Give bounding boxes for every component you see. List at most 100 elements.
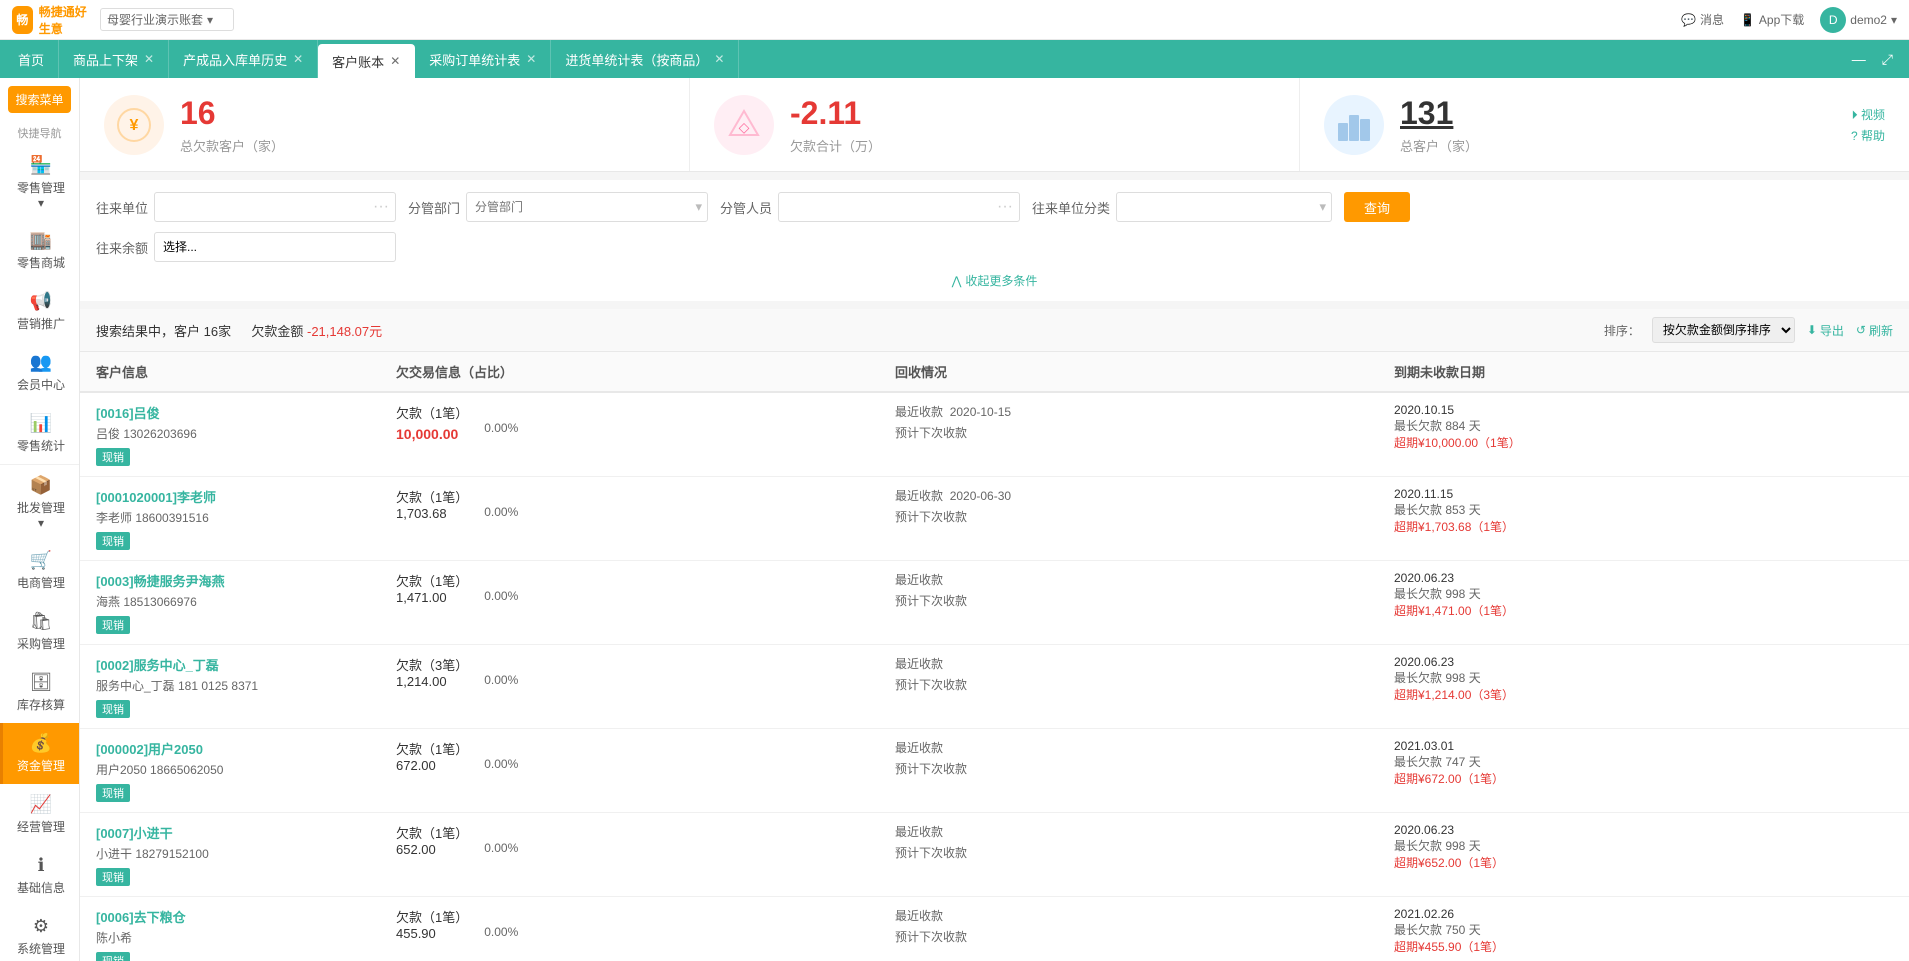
- message-btn[interactable]: 💬 消息: [1681, 11, 1724, 28]
- sidebar-item-retail-mgmt[interactable]: 🏪 零售管理 ▾: [0, 145, 79, 220]
- table-row: [0002]服务中心_丁磊 服务中心_丁磊 181 0125 8371 现销 欠…: [80, 645, 1909, 729]
- sort-select[interactable]: 按欠款金额倒序排序: [1652, 317, 1795, 343]
- table-header: 客户信息 欠交易信息（占比） 回收情况 到期未收款日期: [80, 352, 1909, 393]
- export-btn[interactable]: ⬇ 导出: [1807, 322, 1844, 339]
- tab-minimize-btn[interactable]: —: [1848, 49, 1870, 69]
- sidebar-item-system[interactable]: ⚙ 系统管理: [0, 906, 79, 961]
- total-debt-value: -2.11: [790, 94, 881, 132]
- overdue-info-6: 2021.02.26 最长欠款 750 天 超期¥455.90（1笔）: [1394, 907, 1893, 961]
- sidebar-item-basic-info[interactable]: ℹ 基础信息: [0, 845, 79, 906]
- customer-name-4[interactable]: [000002]用户2050: [96, 739, 396, 758]
- tab-customer-account[interactable]: 客户账本 ✕: [318, 44, 415, 78]
- unit-class-input[interactable]: [1116, 192, 1332, 222]
- sidebar-item-wholesale[interactable]: 📦 批发管理 ▾: [0, 465, 79, 540]
- customer-tag-4: 现销: [96, 784, 130, 802]
- customer-info-5: [0007]小进干 小进干 18279152100 现销: [96, 823, 396, 886]
- sidebar-item-purchase[interactable]: 🛍 采购管理: [0, 601, 79, 662]
- debt-amount-0[interactable]: 10,000.00: [396, 426, 468, 442]
- overdue-amount-5[interactable]: 超期¥652.00（1笔）: [1394, 854, 1893, 871]
- ecommerce-icon: 🛒: [30, 550, 52, 571]
- tab-close-purchase[interactable]: ✕: [526, 52, 536, 66]
- debt-amount-5[interactable]: 652.00: [396, 842, 468, 857]
- debt-cell-3: 欠款（3笔） 1,214.00 0.00%: [396, 655, 895, 718]
- tab-production[interactable]: 产成品入库单历史 ✕: [169, 40, 318, 78]
- debt-amount-2[interactable]: 1,471.00: [396, 590, 468, 605]
- stat-icon-total-debt: ◇: [714, 95, 774, 155]
- sort-label: 排序：: [1604, 322, 1640, 339]
- tab-close-customer[interactable]: ✕: [390, 54, 400, 68]
- customer-tag-2: 现销: [96, 616, 130, 634]
- collapse-btn[interactable]: ⋀ 收起更多条件: [952, 272, 1038, 289]
- customer-contact-1: 李老师 18600391516: [96, 509, 396, 526]
- customer-tag-5: 现销: [96, 868, 130, 886]
- sidebar-item-member[interactable]: 👥 会员中心: [0, 342, 79, 403]
- customer-tag-1: 现销: [96, 532, 130, 550]
- tab-close-goods[interactable]: ✕: [144, 52, 154, 66]
- debt-amount-3[interactable]: 1,214.00: [396, 674, 468, 689]
- sidebar-item-retail-mall[interactable]: 🏬 零售商城: [0, 220, 79, 281]
- balance-select[interactable]: 选择...: [154, 232, 396, 262]
- help-link[interactable]: ? 帮助: [1851, 127, 1885, 144]
- overdue-amount-3[interactable]: 超期¥1,214.00（3笔）: [1394, 686, 1893, 703]
- sidebar-item-marketing[interactable]: 📢 营销推广: [0, 281, 79, 342]
- debt-info-0: 欠款（1笔） 10,000.00: [396, 403, 468, 446]
- tab-close-stock[interactable]: ✕: [714, 52, 724, 66]
- user-profile[interactable]: D demo2 ▾: [1820, 7, 1897, 33]
- customer-name-0[interactable]: [0016]吕俊: [96, 403, 396, 422]
- customer-info-0: [0016]吕俊 吕俊 13026203696 现销: [96, 403, 396, 466]
- debt-amount-1[interactable]: 1,703.68: [396, 506, 468, 521]
- debt-customers-label: 总欠款客户（家）: [180, 136, 284, 155]
- inventory-icon: 🗄: [30, 672, 53, 693]
- customer-name-3[interactable]: [0002]服务中心_丁磊: [96, 655, 396, 674]
- payment-cell-2: 最近收款 预计下次收款: [895, 571, 1394, 634]
- sidebar: 搜索菜单 快捷导航 🏪 零售管理 ▾ 🏬 零售商城 📢 营销推广: [0, 78, 80, 961]
- industry-selector[interactable]: 母婴行业演示账套 ▾: [100, 8, 234, 31]
- stat-icon-total-customers: [1324, 95, 1384, 155]
- unit-class-label: 往来单位分类: [1032, 198, 1110, 217]
- refresh-btn[interactable]: ↺ 刷新: [1856, 322, 1893, 339]
- top-right-area: 💬 消息 📱 App下载 D demo2 ▾: [1681, 7, 1897, 33]
- tab-home[interactable]: 首页: [4, 40, 59, 78]
- system-icon: ⚙: [33, 916, 49, 937]
- filter-row-1: 往来单位 ··· 分管部门 ▾ 分管人员: [96, 192, 1893, 222]
- sidebar-group-wholesale: 📦 批发管理 ▾ 🛒 电商管理 🛍 采购管理 🗄 库存核算 💰: [0, 465, 79, 961]
- sidebar-item-ecommerce[interactable]: 🛒 电商管理: [0, 540, 79, 601]
- sidebar-item-inventory[interactable]: 🗄 库存核算: [0, 662, 79, 723]
- overdue-amount-0[interactable]: 超期¥10,000.00（1笔）: [1394, 434, 1893, 451]
- tab-goods[interactable]: 商品上下架 ✕: [59, 40, 169, 78]
- filter-person: 分管人员 ···: [720, 192, 1020, 222]
- search-menu-button[interactable]: 搜索菜单: [8, 86, 71, 113]
- customer-name-6[interactable]: [0006]去下粮仓: [96, 907, 396, 926]
- app-download-btn[interactable]: 📱 App下载: [1740, 11, 1804, 28]
- debt-amount-4[interactable]: 672.00: [396, 758, 468, 773]
- debt-cell-2: 欠款（1笔） 1,471.00 0.00%: [396, 571, 895, 634]
- customer-name-5[interactable]: [0007]小进干: [96, 823, 396, 842]
- person-input[interactable]: ···: [778, 192, 1020, 222]
- col-overdue: 到期未收款日期: [1394, 362, 1893, 381]
- customer-name-2[interactable]: [0003]畅捷服务尹海燕: [96, 571, 396, 590]
- operations-icon: 📈: [30, 794, 52, 815]
- sidebar-item-operations[interactable]: 📈 经营管理: [0, 784, 79, 845]
- stat-card-total-customers: 131 总客户（家） ⏵ 视频 ? 帮助: [1300, 78, 1909, 171]
- tab-purchase-stats[interactable]: 采购订单统计表 ✕: [415, 40, 551, 78]
- col-customer-info: 客户信息: [96, 362, 396, 381]
- tab-maximize-btn[interactable]: ⤢: [1878, 49, 1897, 70]
- video-link[interactable]: ⏵ 视频: [1852, 106, 1885, 123]
- dept-input[interactable]: [466, 192, 708, 222]
- tab-close-production[interactable]: ✕: [293, 52, 303, 66]
- member-icon: 👥: [30, 352, 52, 373]
- search-button[interactable]: 查询: [1344, 192, 1410, 222]
- sidebar-item-finance[interactable]: 💰 资金管理: [0, 723, 79, 784]
- tab-stock-stats[interactable]: 进货单统计表（按商品） ✕: [551, 40, 739, 78]
- overdue-amount-4[interactable]: 超期¥672.00（1笔）: [1394, 770, 1893, 787]
- app-wrapper: 畅 畅捷通好生意 母婴行业演示账套 ▾ 💬 消息 📱 App下载 D demo2…: [0, 0, 1909, 961]
- overdue-amount-6[interactable]: 超期¥455.90（1笔）: [1394, 938, 1893, 955]
- debt-amount-6[interactable]: 455.90: [396, 926, 468, 941]
- customer-name-1[interactable]: [0001020001]李老师: [96, 487, 396, 506]
- overdue-amount-1[interactable]: 超期¥1,703.68（1笔）: [1394, 518, 1893, 535]
- from-unit-input[interactable]: ···: [154, 192, 396, 222]
- payment-cell-4: 最近收款 预计下次收款: [895, 739, 1394, 802]
- overdue-amount-2[interactable]: 超期¥1,471.00（1笔）: [1394, 602, 1893, 619]
- filter-from-unit: 往来单位 ···: [96, 192, 396, 222]
- sidebar-item-retail-stats[interactable]: 📊 零售统计: [0, 403, 79, 464]
